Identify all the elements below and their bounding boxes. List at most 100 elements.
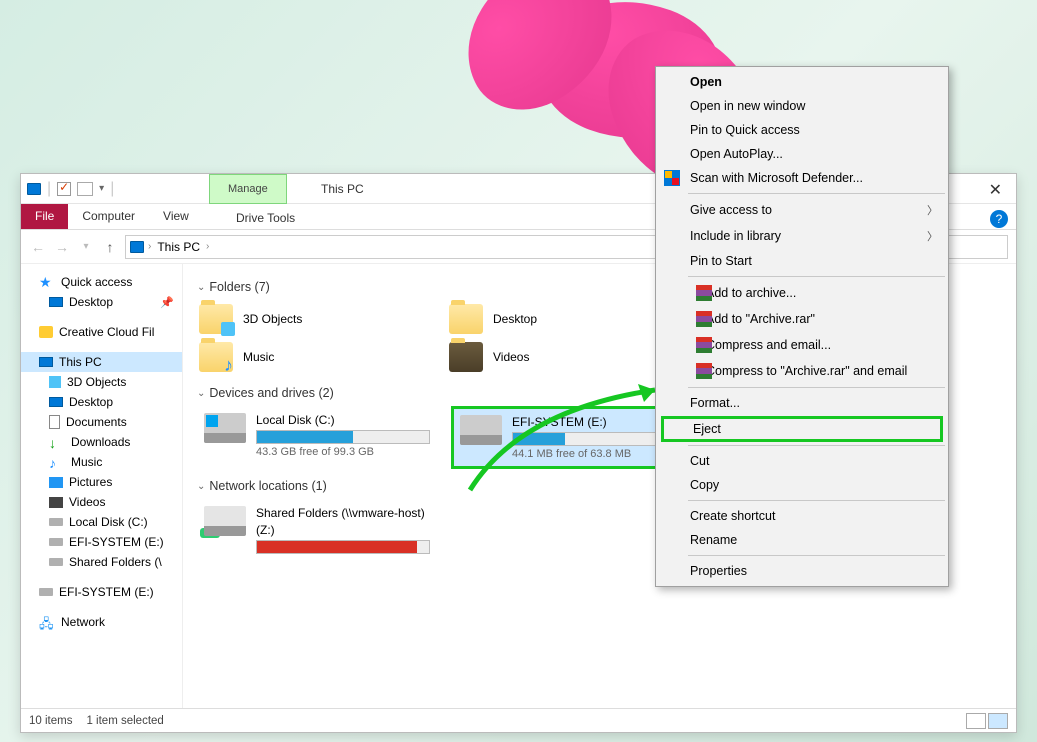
drive-usage-bar	[256, 540, 430, 554]
tab-file[interactable]: File	[21, 204, 68, 229]
tab-view[interactable]: View	[149, 204, 203, 229]
context-menu: Open Open in new window Pin to Quick acc…	[655, 66, 949, 587]
ctx-compress-rar-email[interactable]: Compress to "Archive.rar" and email	[658, 358, 946, 384]
new-folder-qab-icon[interactable]	[77, 182, 93, 196]
up-button[interactable]: ↑	[101, 239, 119, 255]
ctx-separator	[688, 445, 945, 446]
folder-3d-objects[interactable]: 3D Objects	[197, 300, 447, 338]
chevron-right-icon[interactable]: ›	[148, 241, 151, 252]
ctx-label: Give access to	[690, 203, 772, 217]
ctx-label: Compress to "Archive.rar" and email	[706, 364, 907, 378]
ctx-include-library[interactable]: Include in library 〉	[658, 223, 946, 249]
sidebar-3d-objects[interactable]: 3D Objects	[21, 372, 182, 392]
ctx-label: Open	[690, 75, 722, 89]
qab-dropdown-icon[interactable]: ▾	[99, 183, 104, 194]
sidebar-downloads[interactable]: ↓Downloads	[21, 432, 182, 452]
sidebar-efi-system[interactable]: EFI-SYSTEM (E:)	[21, 532, 182, 552]
drive-name: Shared Folders (\\vmware-host)	[256, 506, 430, 520]
sidebar-quick-access[interactable]: ★Quick access	[21, 272, 182, 292]
details-view-button[interactable]	[966, 713, 986, 729]
ctx-label: Properties	[690, 564, 747, 578]
ctx-label: Format...	[690, 396, 740, 410]
status-item-count: 10 items	[29, 715, 72, 727]
ctx-label: Pin to Quick access	[690, 123, 800, 137]
pc-icon	[27, 183, 41, 195]
sidebar-item-label: EFI-SYSTEM (E:)	[69, 535, 164, 549]
ctx-compress-email[interactable]: Compress and email...	[658, 332, 946, 358]
drive-local-c[interactable]: Local Disk (C:) 43.3 GB free of 99.3 GB	[197, 406, 437, 469]
tab-computer[interactable]: Computer	[68, 204, 149, 229]
sidebar-local-disk-c[interactable]: Local Disk (C:)	[21, 512, 182, 532]
music-icon: ♪	[49, 455, 65, 469]
sidebar-documents[interactable]: Documents	[21, 412, 182, 432]
network-drive-icon	[49, 558, 63, 566]
ctx-open-autoplay[interactable]: Open AutoPlay...	[658, 142, 946, 166]
sidebar-desktop2[interactable]: Desktop	[21, 392, 182, 412]
ctx-separator	[688, 193, 945, 194]
shield-icon	[664, 170, 680, 186]
ctx-label: Cut	[690, 454, 709, 468]
recent-dd-icon[interactable]: ▾	[77, 241, 95, 252]
ctx-label: Compress and email...	[706, 338, 831, 352]
ctx-eject[interactable]: Eject	[661, 416, 943, 442]
breadcrumb-this-pc[interactable]: This PC	[155, 240, 202, 254]
drive-usage-bar	[256, 430, 430, 444]
section-title: Folders (7)	[209, 280, 269, 294]
sidebar-creative-cloud[interactable]: Creative Cloud Fil	[21, 322, 182, 342]
ctx-format[interactable]: Format...	[658, 391, 946, 415]
manage-contextual-tab[interactable]: Manage	[209, 174, 287, 204]
folder-music[interactable]: Music	[197, 338, 447, 376]
back-button[interactable]: ←	[29, 239, 47, 255]
sidebar-network[interactable]: 🖧Network	[21, 612, 182, 632]
address-box[interactable]: › This PC › v	[125, 235, 674, 259]
ctx-open[interactable]: Open	[658, 70, 946, 94]
status-bar: 10 items 1 item selected	[21, 708, 1016, 732]
winrar-icon	[696, 311, 712, 327]
ctx-properties[interactable]: Properties	[658, 559, 946, 583]
ctx-separator	[688, 276, 945, 277]
sidebar-pictures[interactable]: Pictures	[21, 472, 182, 492]
drive-icon	[460, 415, 502, 445]
ctx-pin-quick-access[interactable]: Pin to Quick access	[658, 118, 946, 142]
help-icon[interactable]: ?	[990, 210, 1008, 228]
sidebar-shared-folders[interactable]: Shared Folders (\	[21, 552, 182, 572]
ctx-copy[interactable]: Copy	[658, 473, 946, 497]
sidebar-item-label: Pictures	[69, 475, 112, 489]
chevron-right-icon: 〉	[927, 228, 938, 244]
sidebar-item-label: Desktop	[69, 395, 113, 409]
ctx-add-archive[interactable]: Add to archive...	[658, 280, 946, 306]
sidebar-desktop[interactable]: Desktop📌	[21, 292, 182, 312]
ctx-create-shortcut[interactable]: Create shortcut	[658, 504, 946, 528]
chevron-right-icon: 〉	[927, 202, 938, 218]
sidebar-item-label: This PC	[59, 355, 102, 369]
tab-drive-tools[interactable]: Drive Tools	[229, 204, 469, 232]
folder-icon	[449, 342, 483, 372]
ctx-separator	[688, 500, 945, 501]
sidebar-item-label: Quick access	[61, 275, 132, 289]
sidebar-videos[interactable]: Videos	[21, 492, 182, 512]
ctx-rename[interactable]: Rename	[658, 528, 946, 552]
ctx-pin-start[interactable]: Pin to Start	[658, 249, 946, 273]
ctx-open-new-window[interactable]: Open in new window	[658, 94, 946, 118]
disk-icon	[49, 538, 63, 546]
ctx-label: Include in library	[690, 229, 781, 243]
ctx-add-archive-rar[interactable]: Add to "Archive.rar"	[658, 306, 946, 332]
ctx-give-access[interactable]: Give access to 〉	[658, 197, 946, 223]
sidebar-efi-system2[interactable]: EFI-SYSTEM (E:)	[21, 582, 182, 602]
large-icons-view-button[interactable]	[988, 713, 1008, 729]
forward-button[interactable]: →	[53, 239, 71, 255]
ctx-separator	[688, 555, 945, 556]
sidebar-item-label: Creative Cloud Fil	[59, 325, 154, 339]
chevron-right-icon[interactable]: ›	[206, 241, 209, 252]
section-title: Devices and drives (2)	[209, 386, 333, 400]
creative-cloud-icon	[39, 326, 53, 338]
drive-shared-folders[interactable]: Shared Folders (\\vmware-host) (Z:)	[197, 499, 437, 563]
drive-name: Local Disk (C:)	[256, 413, 430, 427]
ctx-cut[interactable]: Cut	[658, 449, 946, 473]
sidebar-music[interactable]: ♪Music	[21, 452, 182, 472]
ctx-scan-defender[interactable]: Scan with Microsoft Defender...	[658, 166, 946, 190]
sidebar-item-label: EFI-SYSTEM (E:)	[59, 585, 154, 599]
sidebar-this-pc[interactable]: This PC	[21, 352, 182, 372]
properties-qab-icon[interactable]	[57, 182, 71, 196]
close-button[interactable]: ✕	[981, 178, 1010, 202]
